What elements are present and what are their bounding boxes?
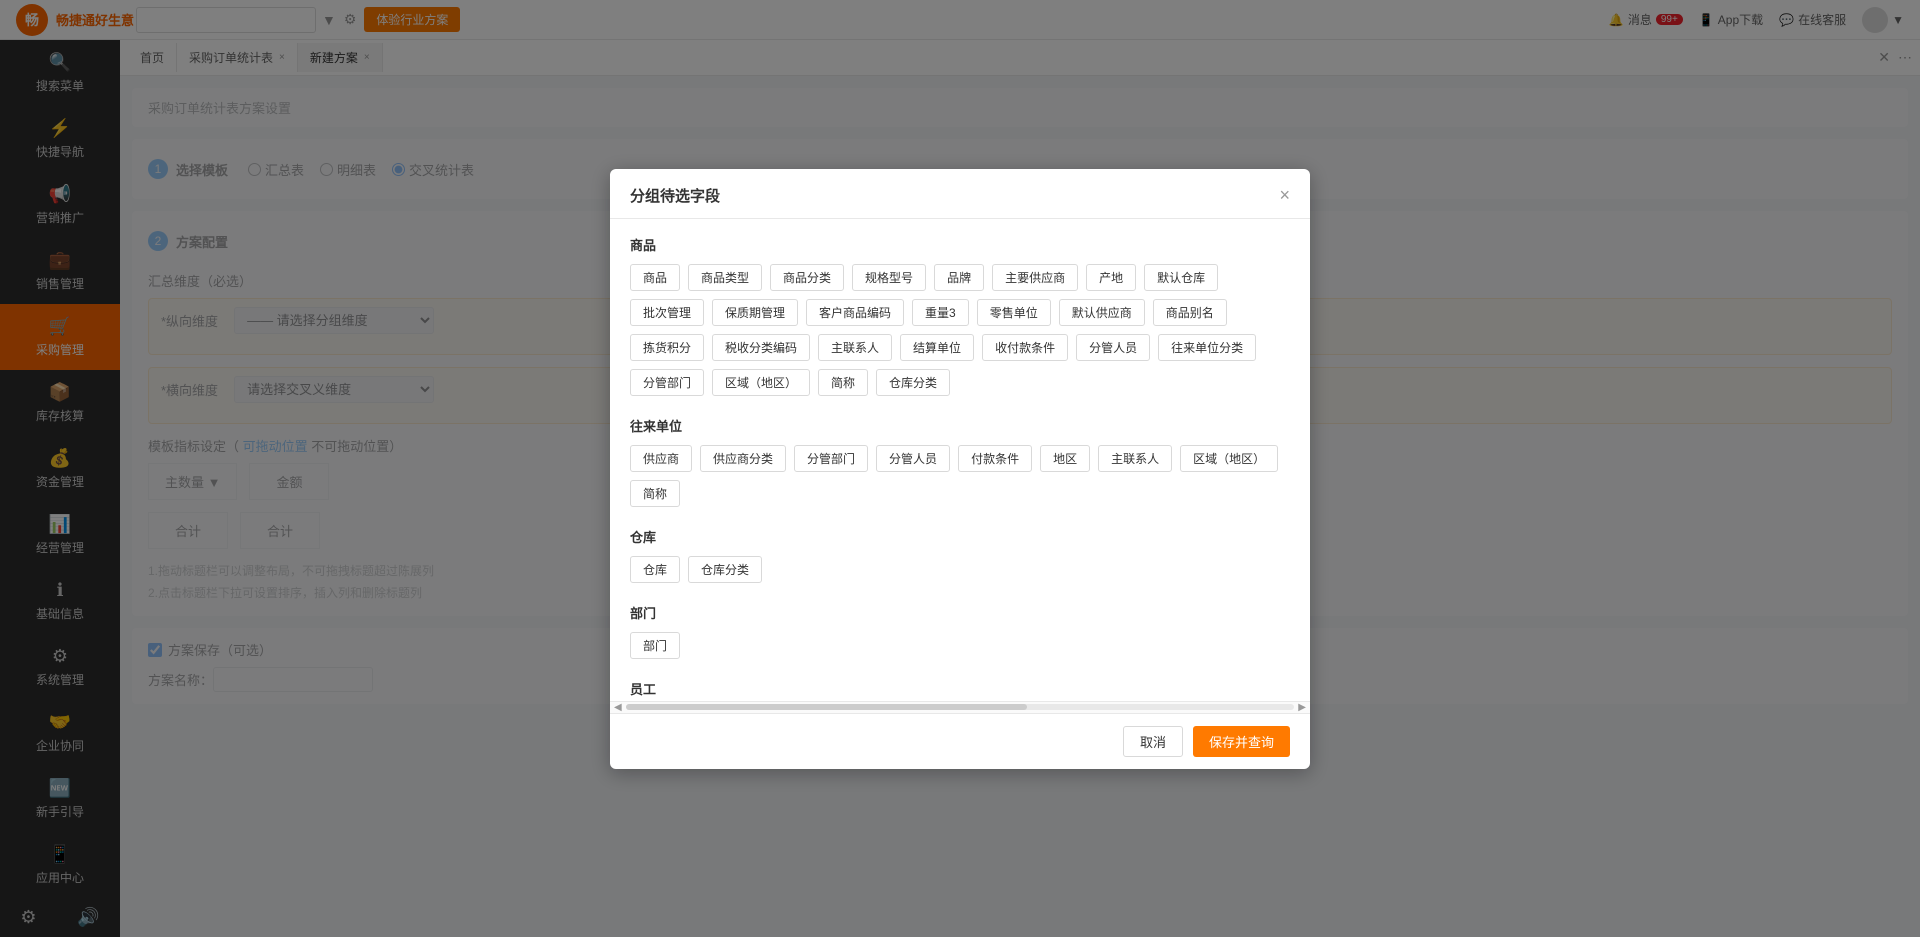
modal-hscrollbar[interactable]: ◀ ▶ xyxy=(610,701,1310,713)
tag-origin[interactable]: 产地 xyxy=(1086,264,1136,291)
tag-manager[interactable]: 分管人员 xyxy=(1076,334,1150,361)
tag-retail-unit[interactable]: 零售单位 xyxy=(977,299,1051,326)
tag-main-contact[interactable]: 主联系人 xyxy=(1098,445,1172,472)
section-goods-title: 商品 xyxy=(630,235,1290,254)
tag-pick-points[interactable]: 拣货积分 xyxy=(630,334,704,361)
section-partner-tags: 供应商 供应商分类 分管部门 分管人员 付款条件 地区 主联系人 区域（地区） … xyxy=(630,445,1290,507)
tag-settlement-unit[interactable]: 结算单位 xyxy=(900,334,974,361)
hscroll-right-btn[interactable]: ▶ xyxy=(1298,702,1306,713)
section-partner-title: 往来单位 xyxy=(630,416,1290,435)
tag-goods-type[interactable]: 商品类型 xyxy=(688,264,762,291)
section-warehouse-tags: 仓库 仓库分类 xyxy=(630,556,1290,583)
section-warehouse-title: 仓库 xyxy=(630,527,1290,546)
hscroll-left-btn[interactable]: ◀ xyxy=(614,702,622,713)
tag-goods[interactable]: 商品 xyxy=(630,264,680,291)
section-dept: 部门 部门 xyxy=(630,603,1290,659)
section-goods: 商品 商品 商品类型 商品分类 规格型号 品牌 主要供应商 产地 默认仓库 批次… xyxy=(630,235,1290,396)
tag-payment-cond[interactable]: 付款条件 xyxy=(958,445,1032,472)
tag-customer-goods-code[interactable]: 客户商品编码 xyxy=(806,299,904,326)
modal-title: 分组待选字段 xyxy=(630,185,720,206)
modal-header: 分组待选字段 × xyxy=(610,169,1310,219)
cancel-button[interactable]: 取消 xyxy=(1123,726,1183,757)
tag-warehouse-category[interactable]: 仓库分类 xyxy=(876,369,950,396)
tag-weight3[interactable]: 重量3 xyxy=(912,299,969,326)
tag-dept[interactable]: 分管部门 xyxy=(630,369,704,396)
tag-warehouse-cat[interactable]: 仓库分类 xyxy=(688,556,762,583)
section-staff: 员工 业务员 xyxy=(630,679,1290,701)
tag-default-supplier[interactable]: 默认供应商 xyxy=(1059,299,1145,326)
section-goods-tags: 商品 商品类型 商品分类 规格型号 品牌 主要供应商 产地 默认仓库 批次管理 … xyxy=(630,264,1290,396)
tag-dept3[interactable]: 部门 xyxy=(630,632,680,659)
section-partner: 往来单位 供应商 供应商分类 分管部门 分管人员 付款条件 地区 主联系人 区域… xyxy=(630,416,1290,507)
modal-footer: 取消 保存并查询 xyxy=(610,713,1310,769)
hscroll-track xyxy=(626,704,1295,710)
tag-short-name2[interactable]: 简称 xyxy=(630,480,680,507)
tag-region2[interactable]: 区域（地区） xyxy=(1180,445,1278,472)
tag-batch-mgmt[interactable]: 批次管理 xyxy=(630,299,704,326)
save-query-button[interactable]: 保存并查询 xyxy=(1193,726,1290,757)
tag-warehouse[interactable]: 仓库 xyxy=(630,556,680,583)
section-dept-tags: 部门 xyxy=(630,632,1290,659)
tag-supplier-category[interactable]: 供应商分类 xyxy=(700,445,786,472)
tag-spec-model[interactable]: 规格型号 xyxy=(852,264,926,291)
modal-close-btn[interactable]: × xyxy=(1279,186,1290,204)
tag-payment-terms[interactable]: 收付款条件 xyxy=(982,334,1068,361)
tag-dept2[interactable]: 分管部门 xyxy=(794,445,868,472)
tag-primary-contact[interactable]: 主联系人 xyxy=(818,334,892,361)
section-warehouse: 仓库 仓库 仓库分类 xyxy=(630,527,1290,583)
tag-default-warehouse[interactable]: 默认仓库 xyxy=(1144,264,1218,291)
tag-short-name[interactable]: 简称 xyxy=(818,369,868,396)
tag-region[interactable]: 区域（地区） xyxy=(712,369,810,396)
tag-tax-code[interactable]: 税收分类编码 xyxy=(712,334,810,361)
tag-partner-category[interactable]: 往来单位分类 xyxy=(1158,334,1256,361)
modal-overlay: 分组待选字段 × 商品 商品 商品类型 商品分类 规格型号 品牌 主要供应商 产… xyxy=(0,0,1920,937)
tag-supplier[interactable]: 供应商 xyxy=(630,445,692,472)
tag-goods-alias[interactable]: 商品别名 xyxy=(1153,299,1227,326)
tag-goods-category[interactable]: 商品分类 xyxy=(770,264,844,291)
field-select-modal: 分组待选字段 × 商品 商品 商品类型 商品分类 规格型号 品牌 主要供应商 产… xyxy=(610,169,1310,769)
tag-manager2[interactable]: 分管人员 xyxy=(876,445,950,472)
section-staff-title: 员工 xyxy=(630,679,1290,698)
tag-expiry-mgmt[interactable]: 保质期管理 xyxy=(712,299,798,326)
hscroll-thumb[interactable] xyxy=(626,704,1027,710)
tag-brand[interactable]: 品牌 xyxy=(934,264,984,291)
modal-body[interactable]: 商品 商品 商品类型 商品分类 规格型号 品牌 主要供应商 产地 默认仓库 批次… xyxy=(610,219,1310,701)
tag-area[interactable]: 地区 xyxy=(1040,445,1090,472)
tag-main-supplier[interactable]: 主要供应商 xyxy=(992,264,1078,291)
section-dept-title: 部门 xyxy=(630,603,1290,622)
